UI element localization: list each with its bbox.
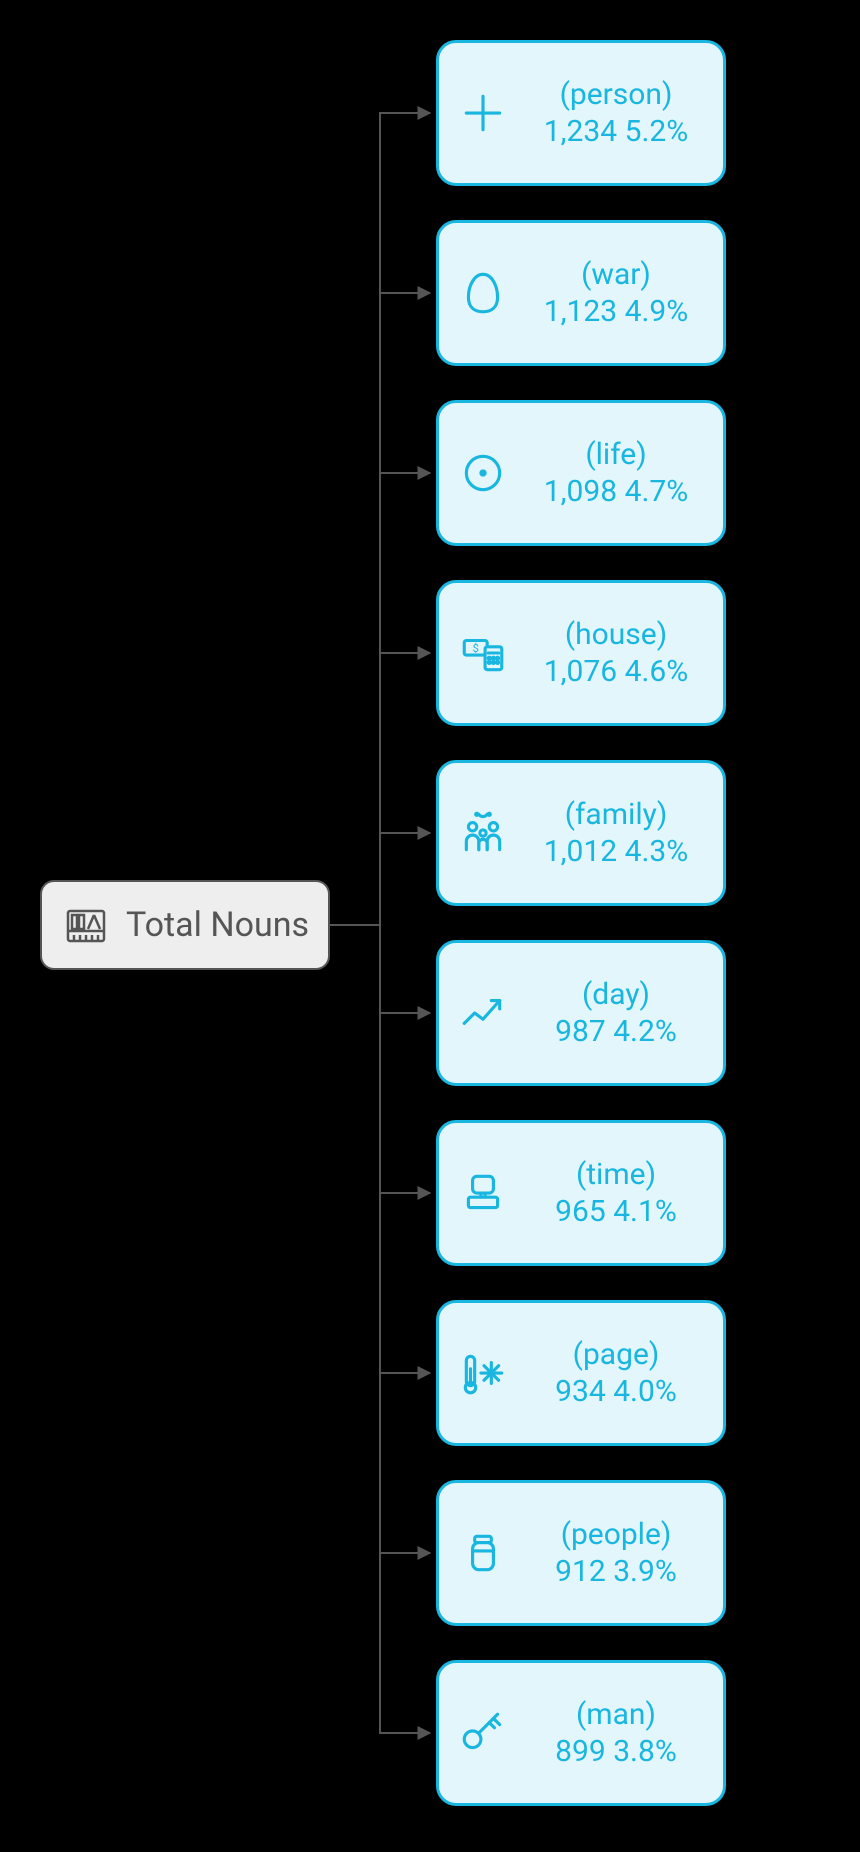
child-text: (family) 1,012 4.3% xyxy=(523,796,709,871)
family-icon xyxy=(453,803,513,863)
key-icon xyxy=(453,1703,513,1763)
money-calc-icon: $ xyxy=(453,623,513,683)
child-node-house: $ (house) 1,076 4.6% xyxy=(436,580,726,726)
child-text: (war) 1,123 4.9% xyxy=(523,256,709,331)
stamp-icon xyxy=(453,1163,513,1223)
child-text: (person) 1,234 5.2% xyxy=(523,76,709,151)
child-word: (page) xyxy=(573,1337,660,1372)
child-word: (time) xyxy=(576,1157,656,1192)
child-stats: 934 4.0% xyxy=(555,1374,677,1409)
child-text: (man) 899 3.8% xyxy=(523,1696,709,1771)
child-node-page: (page) 934 4.0% xyxy=(436,1300,726,1446)
child-stats: 1,234 5.2% xyxy=(544,114,688,149)
child-node-family: (family) 1,012 4.3% xyxy=(436,760,726,906)
child-node-people: (people) 912 3.9% xyxy=(436,1480,726,1626)
child-node-time: (time) 965 4.1% xyxy=(436,1120,726,1266)
plus-icon xyxy=(453,83,513,143)
trend-icon xyxy=(453,983,513,1043)
child-word: (man) xyxy=(576,1697,656,1732)
child-node-person: (person) 1,234 5.2% xyxy=(436,40,726,186)
root-label: Total Nouns xyxy=(126,905,309,945)
child-text: (day) 987 4.2% xyxy=(523,976,709,1051)
child-text: (people) 912 3.9% xyxy=(523,1516,709,1591)
child-node-war: (war) 1,123 4.9% xyxy=(436,220,726,366)
child-text: (time) 965 4.1% xyxy=(523,1156,709,1231)
child-node-day: (day) 987 4.2% xyxy=(436,940,726,1086)
child-word: (family) xyxy=(565,797,668,832)
child-word: (person) xyxy=(560,77,673,112)
child-word: (war) xyxy=(581,257,651,292)
child-node-life: (life) 1,098 4.7% xyxy=(436,400,726,546)
child-stats: 1,076 4.6% xyxy=(544,654,688,689)
child-stats: 912 3.9% xyxy=(555,1554,677,1589)
child-stats: 987 4.2% xyxy=(555,1014,677,1049)
svg-text:$: $ xyxy=(472,641,478,655)
child-text: (life) 1,098 4.7% xyxy=(523,436,709,511)
child-word: (people) xyxy=(561,1517,672,1552)
child-text: (house) 1,076 4.6% xyxy=(523,616,709,691)
child-stats: 1,123 4.9% xyxy=(544,294,688,329)
child-word: (house) xyxy=(565,617,667,652)
jar-icon xyxy=(453,1523,513,1583)
child-word: (day) xyxy=(582,977,650,1012)
child-stats: 1,098 4.7% xyxy=(544,474,688,509)
child-stats: 899 3.8% xyxy=(555,1734,677,1769)
disc-icon xyxy=(453,443,513,503)
root-node-total-nouns: Total Nouns xyxy=(40,880,330,970)
child-word: (life) xyxy=(585,437,646,472)
child-stats: 1,012 4.3% xyxy=(544,834,688,869)
books-icon xyxy=(60,899,112,951)
child-text: (page) 934 4.0% xyxy=(523,1336,709,1411)
egg-icon xyxy=(453,263,513,323)
cold-icon xyxy=(453,1343,513,1403)
child-stats: 965 4.1% xyxy=(555,1194,677,1229)
child-node-man: (man) 899 3.8% xyxy=(436,1660,726,1806)
